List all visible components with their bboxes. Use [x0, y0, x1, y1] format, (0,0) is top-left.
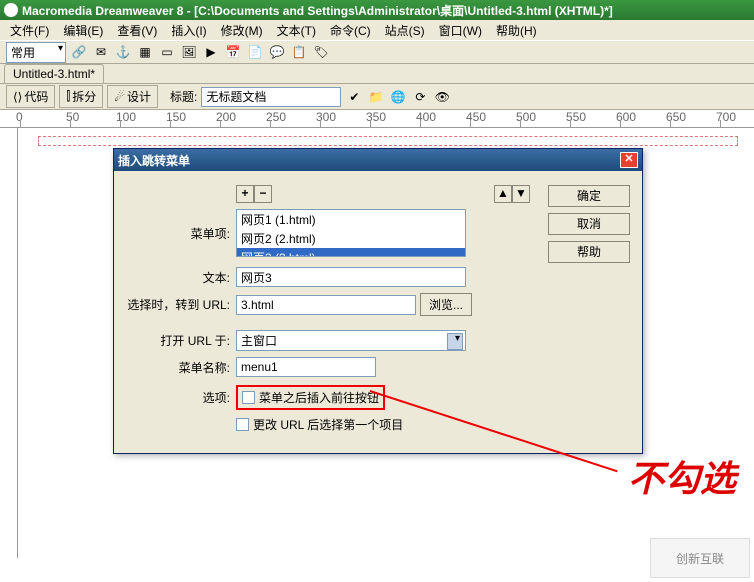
title-label: 标题: — [170, 88, 197, 105]
url-input[interactable] — [236, 295, 416, 315]
file-mgmt-icon[interactable]: 📁 — [367, 88, 385, 106]
menu-help[interactable]: 帮助(H) — [490, 20, 543, 41]
menu-edit[interactable]: 编辑(E) — [57, 20, 109, 41]
annotation-text: 不勾选 — [628, 450, 736, 502]
insert-go-button-checkbox[interactable] — [242, 391, 255, 404]
move-down-button[interactable]: ▼ — [512, 185, 530, 203]
menubar: 文件(F) 编辑(E) 查看(V) 插入(I) 修改(M) 文本(T) 命令(C… — [0, 20, 754, 40]
form-outline — [38, 136, 738, 146]
menu-view[interactable]: 查看(V) — [111, 20, 163, 41]
design-view-button[interactable]: ☄设计 — [107, 85, 158, 108]
dialog-titlebar[interactable]: 插入跳转菜单 ✕ — [114, 149, 642, 171]
menu-items-listbox[interactable]: 网页1 (1.html) 网页2 (2.html) 网页3 (3.html) — [236, 209, 466, 257]
open-in-label: 打开 URL 于: — [126, 332, 236, 349]
hyperlink-icon[interactable]: 🔗 — [70, 43, 88, 61]
templates-icon[interactable]: 📋 — [290, 43, 308, 61]
ok-button[interactable]: 确定 — [548, 185, 630, 207]
code-view-button[interactable]: ⟨⟩代码 — [6, 85, 55, 108]
add-item-button[interactable]: + — [236, 185, 254, 203]
url-label: 选择时，转到 URL: — [126, 296, 236, 313]
option2-text: 更改 URL 后选择第一个项目 — [253, 416, 403, 433]
document-tabs: Untitled-3.html* — [0, 64, 754, 84]
tag-chooser-icon[interactable]: 🏷 — [312, 43, 330, 61]
date-icon[interactable]: 📅 — [224, 43, 242, 61]
named-anchor-icon[interactable]: ⚓ — [114, 43, 132, 61]
remove-item-button[interactable]: − — [254, 185, 272, 203]
watermark-logo: 创新互联 — [650, 538, 750, 578]
menu-modify[interactable]: 修改(M) — [215, 20, 269, 41]
dialog-title: 插入跳转菜单 — [118, 152, 190, 169]
div-icon[interactable]: ▭ — [158, 43, 176, 61]
browse-button[interactable]: 浏览... — [420, 293, 472, 316]
doc-tab-untitled3[interactable]: Untitled-3.html* — [4, 64, 104, 83]
validate-icon[interactable]: ✔ — [345, 88, 363, 106]
view-options-icon[interactable]: 👁 — [433, 88, 451, 106]
email-link-icon[interactable]: ✉ — [92, 43, 110, 61]
options-label: 选项: — [126, 389, 236, 406]
help-button[interactable]: 帮助 — [548, 241, 630, 263]
refresh-icon[interactable]: ⟳ — [411, 88, 429, 106]
open-in-select[interactable]: 主窗口 — [236, 330, 466, 351]
vertical-ruler — [0, 128, 18, 558]
titlebar: Macromedia Dreamweaver 8 - [C:\Documents… — [0, 0, 754, 20]
comment-icon[interactable]: 💬 — [268, 43, 286, 61]
list-item[interactable]: 网页2 (2.html) — [237, 229, 465, 248]
select-first-after-change-checkbox[interactable] — [236, 418, 249, 431]
list-item[interactable]: 网页1 (1.html) — [237, 210, 465, 229]
app-logo-icon — [4, 3, 18, 17]
menu-insert[interactable]: 插入(I) — [165, 20, 212, 41]
menu-window[interactable]: 窗口(W) — [433, 20, 488, 41]
close-icon[interactable]: ✕ — [620, 152, 638, 168]
preview-icon[interactable]: 🌐 — [389, 88, 407, 106]
move-up-button[interactable]: ▲ — [494, 185, 512, 203]
cancel-button[interactable]: 取消 — [548, 213, 630, 235]
option1-highlight: 菜单之后插入前往按钮 — [236, 385, 385, 410]
server-include-icon[interactable]: 📄 — [246, 43, 264, 61]
view-toolbar: ⟨⟩代码 ⫿拆分 ☄设计 标题: ✔ 📁 🌐 ⟳ 👁 — [0, 84, 754, 110]
insert-jump-menu-dialog: 插入跳转菜单 ✕ 确定 取消 帮助 + − ▲ ▼ 菜单项: 网页1 (1.ht… — [113, 148, 643, 454]
option1-text: 菜单之后插入前往按钮 — [259, 389, 379, 406]
text-input[interactable] — [236, 267, 466, 287]
menu-site[interactable]: 站点(S) — [379, 20, 431, 41]
menu-commands[interactable]: 命令(C) — [324, 20, 377, 41]
list-item[interactable]: 网页3 (3.html) — [237, 248, 465, 257]
split-view-button[interactable]: ⫿拆分 — [59, 85, 103, 108]
menu-text[interactable]: 文本(T) — [271, 20, 322, 41]
insert-category-dropdown[interactable]: 常用 — [6, 42, 66, 63]
horizontal-ruler: 0501001502002503003504004505005506006507… — [0, 110, 754, 128]
menu-file[interactable]: 文件(F) — [4, 20, 55, 41]
image-icon[interactable]: 🖼 — [180, 43, 198, 61]
menu-items-label: 菜单项: — [126, 225, 236, 242]
menu-name-input[interactable] — [236, 357, 376, 377]
table-icon[interactable]: ▦ — [136, 43, 154, 61]
watermark-text: 创新互联 — [676, 550, 724, 567]
insert-toolbar: 常用 🔗 ✉ ⚓ ▦ ▭ 🖼 ▶ 📅 📄 💬 📋 🏷 — [0, 40, 754, 64]
menu-name-label: 菜单名称: — [126, 359, 236, 376]
media-icon[interactable]: ▶ — [202, 43, 220, 61]
text-label: 文本: — [126, 269, 236, 286]
app-title: Macromedia Dreamweaver 8 - [C:\Documents… — [22, 2, 613, 19]
document-title-input[interactable] — [201, 87, 341, 107]
